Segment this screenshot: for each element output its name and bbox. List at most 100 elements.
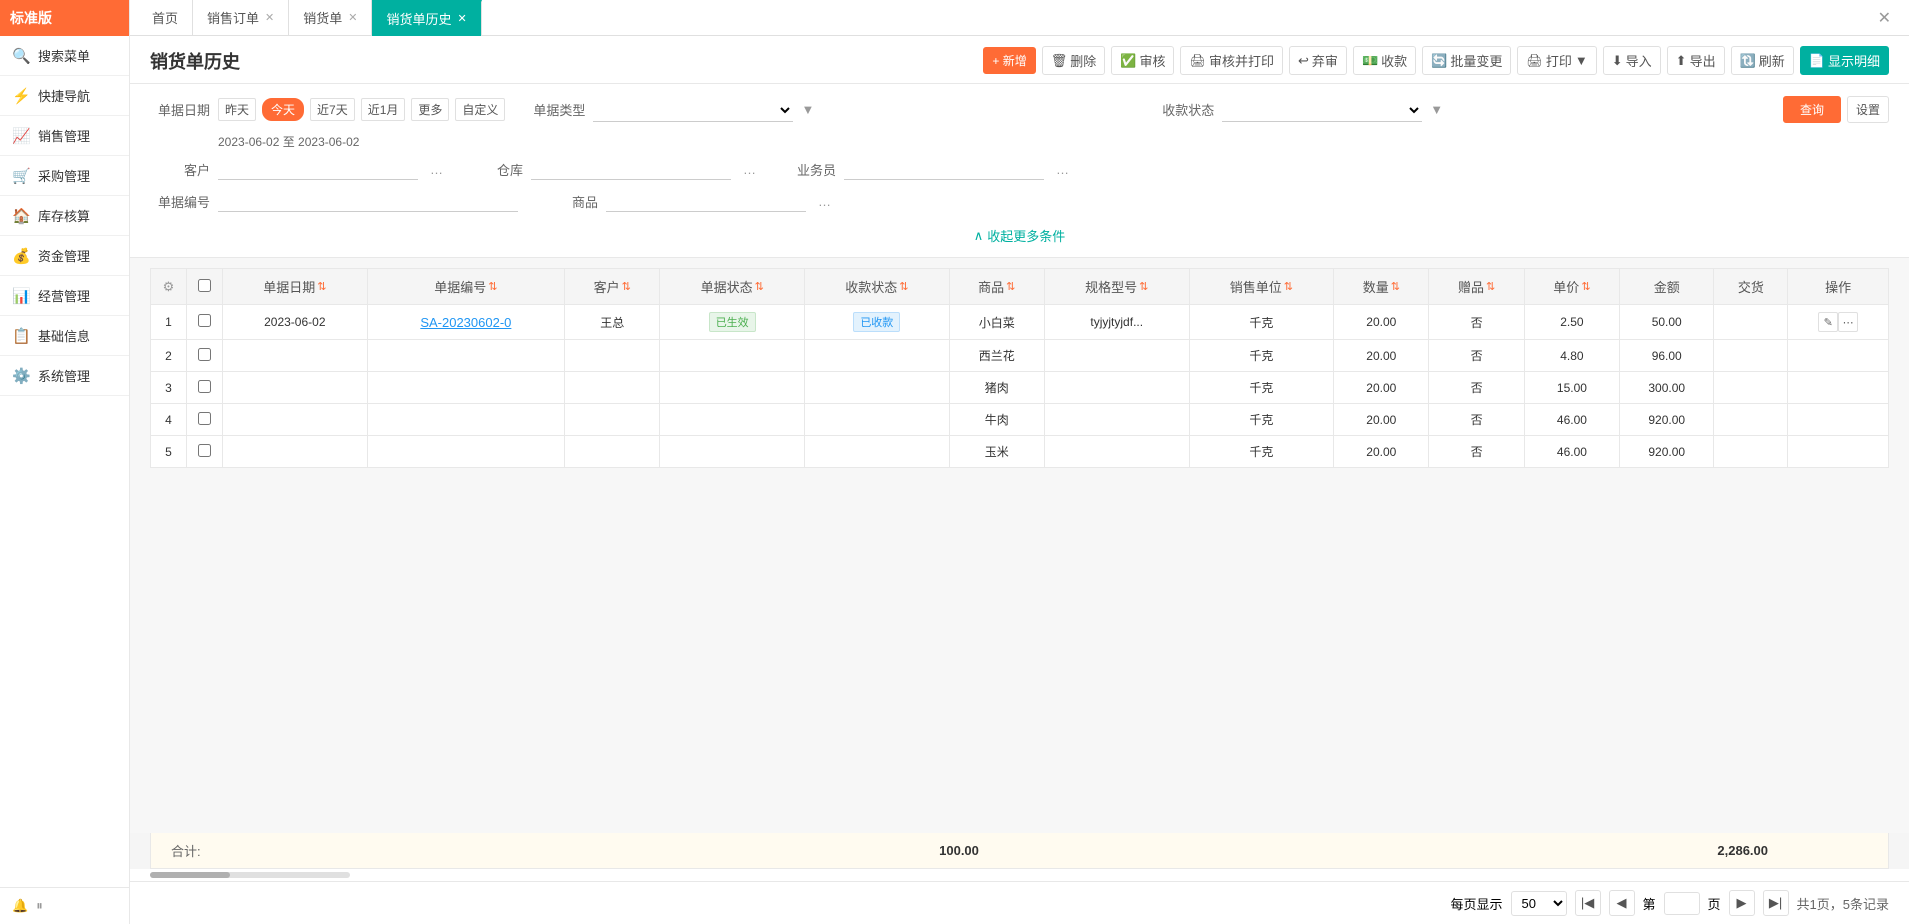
date-btn-custom[interactable]: 自定义 bbox=[455, 98, 505, 121]
window-close-button[interactable]: ✕ bbox=[1868, 8, 1901, 28]
row-checkbox[interactable] bbox=[198, 348, 211, 361]
th-customer[interactable]: 客户 ⇅ bbox=[565, 269, 660, 305]
table-area: ⚙ 单据日期 ⇅ 单据编号 ⇅ bbox=[130, 258, 1909, 833]
audit-print-button[interactable]: 🖨 审核并打印 bbox=[1180, 46, 1283, 75]
cell-qty: 20.00 bbox=[1334, 305, 1429, 340]
cell-checkbox[interactable] bbox=[187, 305, 223, 340]
cell-checkbox[interactable] bbox=[187, 340, 223, 372]
date-btn-7days[interactable]: 近7天 bbox=[310, 98, 355, 121]
sidebar-item-purchase-mgmt[interactable]: 🛒 采购管理 bbox=[0, 156, 129, 196]
sidebar-item-search-menu[interactable]: 🔍 搜索菜单 bbox=[0, 36, 129, 76]
cell-product: 玉米 bbox=[949, 436, 1044, 468]
tab-sales-history[interactable]: 销货单历史 ✕ bbox=[372, 0, 481, 36]
row-checkbox[interactable] bbox=[198, 380, 211, 393]
row-checkbox[interactable] bbox=[198, 314, 211, 327]
scrollbar-row bbox=[130, 869, 1909, 881]
cell-action bbox=[1788, 404, 1889, 436]
collect-button[interactable]: 💵 收款 bbox=[1353, 46, 1416, 75]
warehouse-input[interactable] bbox=[531, 158, 731, 180]
cell-checkbox[interactable] bbox=[187, 372, 223, 404]
sidebar-item-finance[interactable]: 💰 资金管理 bbox=[0, 236, 129, 276]
first-page-button[interactable]: |◀ bbox=[1575, 890, 1601, 916]
horizontal-scrollbar-track[interactable] bbox=[150, 872, 350, 878]
th-product[interactable]: 商品 ⇅ bbox=[949, 269, 1044, 305]
new-button[interactable]: + 新增 bbox=[983, 47, 1035, 74]
bell-icon[interactable]: 🔔 bbox=[12, 898, 28, 914]
sidebar-item-inventory[interactable]: 🏠 库存核算 bbox=[0, 196, 129, 236]
page-number-input[interactable]: 1 bbox=[1664, 892, 1700, 915]
product-more-icon[interactable]: … bbox=[818, 194, 831, 209]
collapse-button[interactable]: ∧ 收起更多条件 bbox=[150, 222, 1889, 245]
customer-more-icon[interactable]: … bbox=[430, 162, 443, 177]
next-page-button[interactable]: ▶ bbox=[1729, 890, 1755, 916]
refresh-button[interactable]: 🔃 刷新 bbox=[1731, 46, 1794, 75]
tab-sales-history-close[interactable]: ✕ bbox=[458, 12, 467, 25]
export-button[interactable]: ⬆ 导出 bbox=[1667, 46, 1725, 75]
doc-no-input[interactable] bbox=[218, 190, 518, 212]
batch-change-button[interactable]: 🔄 批量变更 bbox=[1422, 46, 1511, 75]
tab-sales-order-close[interactable]: ✕ bbox=[265, 11, 274, 24]
sidebar-item-sales-mgmt[interactable]: 📈 销售管理 bbox=[0, 116, 129, 156]
salesperson-more-icon[interactable]: … bbox=[1056, 162, 1069, 177]
import-icon: ⬇ bbox=[1612, 53, 1623, 69]
cell-doc-date bbox=[223, 340, 368, 372]
tab-sales-delivery-label: 销货单 bbox=[303, 8, 342, 27]
sidebar-item-sys-mgmt[interactable]: ⚙️ 系统管理 bbox=[0, 356, 129, 396]
th-qty[interactable]: 数量 ⇅ bbox=[1334, 269, 1429, 305]
warehouse-more-icon[interactable]: … bbox=[743, 162, 756, 177]
cell-checkbox[interactable] bbox=[187, 436, 223, 468]
cell-trade bbox=[1714, 340, 1788, 372]
select-all-checkbox[interactable] bbox=[198, 279, 211, 292]
th-doc-status[interactable]: 单据状态 ⇅ bbox=[660, 269, 805, 305]
th-doc-date[interactable]: 单据日期 ⇅ bbox=[223, 269, 368, 305]
salesperson-input[interactable] bbox=[844, 158, 1044, 180]
row-checkbox[interactable] bbox=[198, 444, 211, 457]
audit-print-icon: 🖨 bbox=[1189, 53, 1206, 69]
horizontal-scrollbar-thumb[interactable] bbox=[150, 872, 230, 878]
show-detail-button[interactable]: 📄 显示明细 bbox=[1800, 46, 1889, 75]
query-button[interactable]: 查询 bbox=[1783, 96, 1841, 123]
page-size-select[interactable]: 50 100 200 bbox=[1511, 891, 1567, 916]
pause-icon[interactable]: ⏸ bbox=[36, 898, 43, 914]
audit-button[interactable]: ✅ 审核 bbox=[1111, 46, 1174, 75]
cell-unit: 千克 bbox=[1189, 372, 1334, 404]
th-settings[interactable]: ⚙ bbox=[151, 269, 187, 305]
table-row: 3猪肉千克20.00否15.00300.00 bbox=[151, 372, 1889, 404]
print-button[interactable]: 🖨 打印 ▼ bbox=[1517, 46, 1596, 75]
th-unit-price[interactable]: 单价 ⇅ bbox=[1524, 269, 1619, 305]
row-more-button[interactable]: ⋯ bbox=[1838, 312, 1858, 332]
date-btn-today[interactable]: 今天 bbox=[262, 98, 304, 121]
doc-type-select[interactable] bbox=[593, 98, 793, 122]
tab-sales-delivery-close[interactable]: ✕ bbox=[348, 11, 357, 24]
date-btn-yesterday[interactable]: 昨天 bbox=[218, 98, 256, 121]
table-settings-icon[interactable]: ⚙ bbox=[163, 279, 175, 294]
tab-home[interactable]: 首页 bbox=[138, 0, 193, 36]
th-spec[interactable]: 规格型号 ⇅ bbox=[1044, 269, 1189, 305]
row-checkbox[interactable] bbox=[198, 412, 211, 425]
date-btn-1month[interactable]: 近1月 bbox=[361, 98, 406, 121]
doc-no-link[interactable]: SA-20230602-0 bbox=[420, 315, 511, 330]
product-input[interactable] bbox=[606, 190, 806, 212]
last-page-button[interactable]: ▶| bbox=[1763, 890, 1789, 916]
import-button[interactable]: ⬇ 导入 bbox=[1603, 46, 1661, 75]
settings-button[interactable]: 设置 bbox=[1847, 96, 1889, 123]
date-btn-more[interactable]: 更多 bbox=[411, 98, 449, 121]
row-edit-button[interactable]: ✎ bbox=[1818, 312, 1838, 332]
delete-button[interactable]: 🗑 删除 bbox=[1042, 46, 1106, 75]
sidebar-item-operations[interactable]: 📊 经营管理 bbox=[0, 276, 129, 316]
th-doc-no[interactable]: 单据编号 ⇅ bbox=[367, 269, 564, 305]
customer-input[interactable] bbox=[218, 158, 418, 180]
sidebar-item-basic-info[interactable]: 📋 基础信息 bbox=[0, 316, 129, 356]
prev-page-button[interactable]: ◀ bbox=[1609, 890, 1635, 916]
cell-trade bbox=[1714, 305, 1788, 340]
th-gift[interactable]: 赠品 ⇅ bbox=[1429, 269, 1524, 305]
th-collect-status[interactable]: 收款状态 ⇅ bbox=[805, 269, 950, 305]
cell-row-num: 4 bbox=[151, 404, 187, 436]
tab-sales-order[interactable]: 销售订单 ✕ bbox=[193, 0, 289, 36]
sidebar-item-quick-nav[interactable]: ⚡ 快捷导航 bbox=[0, 76, 129, 116]
collect-status-select[interactable] bbox=[1222, 98, 1422, 122]
tab-sales-delivery[interactable]: 销货单 ✕ bbox=[289, 0, 372, 36]
cell-checkbox[interactable] bbox=[187, 404, 223, 436]
th-unit[interactable]: 销售单位 ⇅ bbox=[1189, 269, 1334, 305]
abandon-button[interactable]: ↩ 弃审 bbox=[1289, 46, 1347, 75]
